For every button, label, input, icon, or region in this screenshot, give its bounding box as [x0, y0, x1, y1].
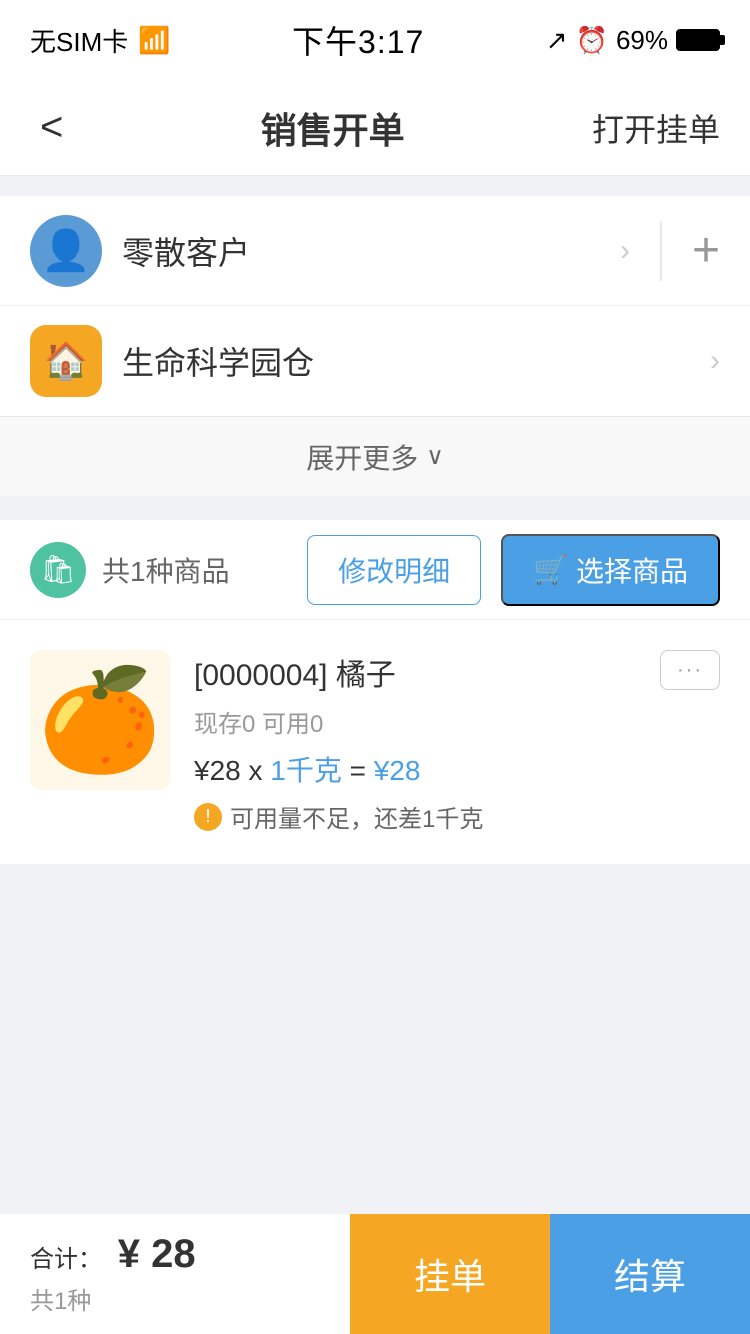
product-title: [0000004] 橘子: [194, 650, 650, 694]
expand-more-label: 展开更多: [306, 437, 418, 477]
warning-text: 可用量不足，还差1千克: [230, 799, 483, 834]
battery-text: 69%: [616, 25, 668, 56]
warehouse-arrow-icon: ›: [710, 344, 720, 378]
nav-bar: < 销售开单 打开挂单: [0, 80, 750, 176]
main-content-area: [0, 865, 750, 1265]
customer-arrow-icon: ›: [620, 234, 630, 268]
product-price-row: ¥28 x 1千克 = ¥28: [194, 749, 650, 789]
cart-icon: 🛒: [533, 553, 568, 586]
customer-name[interactable]: 零散客户: [122, 228, 620, 274]
alarm-icon: ⏰: [576, 25, 608, 56]
status-bar: 无SIM卡 📶 下午3:17 ↗ ⏰ 69%: [0, 0, 750, 80]
select-product-button[interactable]: 🛒 选择商品: [501, 534, 720, 606]
open-hold-button[interactable]: 打开挂单: [592, 105, 720, 151]
product-info: [0000004] 橘子 现存0 可用0 ¥28 x 1千克 = ¥28 ! 可…: [194, 650, 650, 834]
product-image: 🍊: [30, 650, 170, 790]
expand-chevron-icon: ∨: [426, 442, 444, 471]
multiply-sign: x: [249, 755, 271, 786]
product-count-text: 共1种商品: [102, 550, 307, 590]
add-customer-button[interactable]: +: [692, 223, 720, 278]
modify-detail-button[interactable]: 修改明细: [307, 535, 481, 605]
products-header: 🛍 共1种商品 修改明细 🛒 选择商品: [0, 520, 750, 620]
product-thumbnail: 🍊: [38, 662, 163, 779]
status-time: 下午3:17: [292, 17, 424, 63]
warehouse-name[interactable]: 生命科学园仓: [122, 338, 710, 384]
wifi-icon: 📶: [138, 25, 170, 56]
equals-sign: =: [350, 755, 374, 786]
customer-section: 👤 零散客户 › +: [0, 196, 750, 306]
divider-2: [0, 496, 750, 520]
footer-total-row: 合计： ¥ 28: [30, 1232, 320, 1277]
product-item: 🍊 [0000004] 橘子 现存0 可用0 ¥28 x 1千克 = ¥28 !…: [0, 620, 750, 865]
customer-divider: [660, 221, 662, 281]
footer-total-label: 合计：: [30, 1246, 102, 1273]
checkout-button[interactable]: 结算: [550, 1214, 750, 1334]
status-left: 无SIM卡 📶: [30, 22, 171, 59]
carrier-text: 无SIM卡: [30, 22, 128, 59]
product-code: [0000004]: [194, 659, 327, 692]
footer-total: 合计： ¥ 28 共1种: [0, 1232, 350, 1316]
product-stock: 现存0 可用0: [194, 704, 650, 739]
warehouse-section: 🏠 生命科学园仓 ›: [0, 306, 750, 416]
product-name: 橘子: [336, 659, 396, 692]
product-more-button[interactable]: ···: [660, 650, 720, 690]
warning-icon: !: [194, 803, 222, 831]
page-title: 销售开单: [261, 102, 405, 154]
product-warning: ! 可用量不足，还差1千克: [194, 799, 650, 834]
footer: 合计： ¥ 28 共1种 挂单 结算: [0, 1214, 750, 1334]
customer-avatar: 👤: [30, 215, 102, 287]
expand-more-button[interactable]: 展开更多 ∨: [0, 416, 750, 496]
warehouse-icon: 🏠: [30, 325, 102, 397]
hold-order-button[interactable]: 挂单: [350, 1214, 550, 1334]
product-quantity[interactable]: 1千克: [270, 755, 342, 786]
divider-1: [0, 176, 750, 196]
status-right: ↗ ⏰ 69%: [546, 25, 720, 56]
select-product-label: 选择商品: [576, 550, 688, 590]
battery-icon: [676, 29, 720, 51]
footer-total-amount: ¥ 28: [118, 1232, 196, 1276]
back-button[interactable]: <: [30, 95, 73, 160]
product-price: ¥28: [194, 755, 241, 786]
location-icon: ↗: [546, 25, 568, 56]
product-total: ¥28: [374, 755, 421, 786]
shopping-bag-icon: 🛍: [40, 553, 76, 586]
product-count-icon: 🛍: [30, 542, 86, 598]
footer-total-count: 共1种: [30, 1281, 320, 1316]
